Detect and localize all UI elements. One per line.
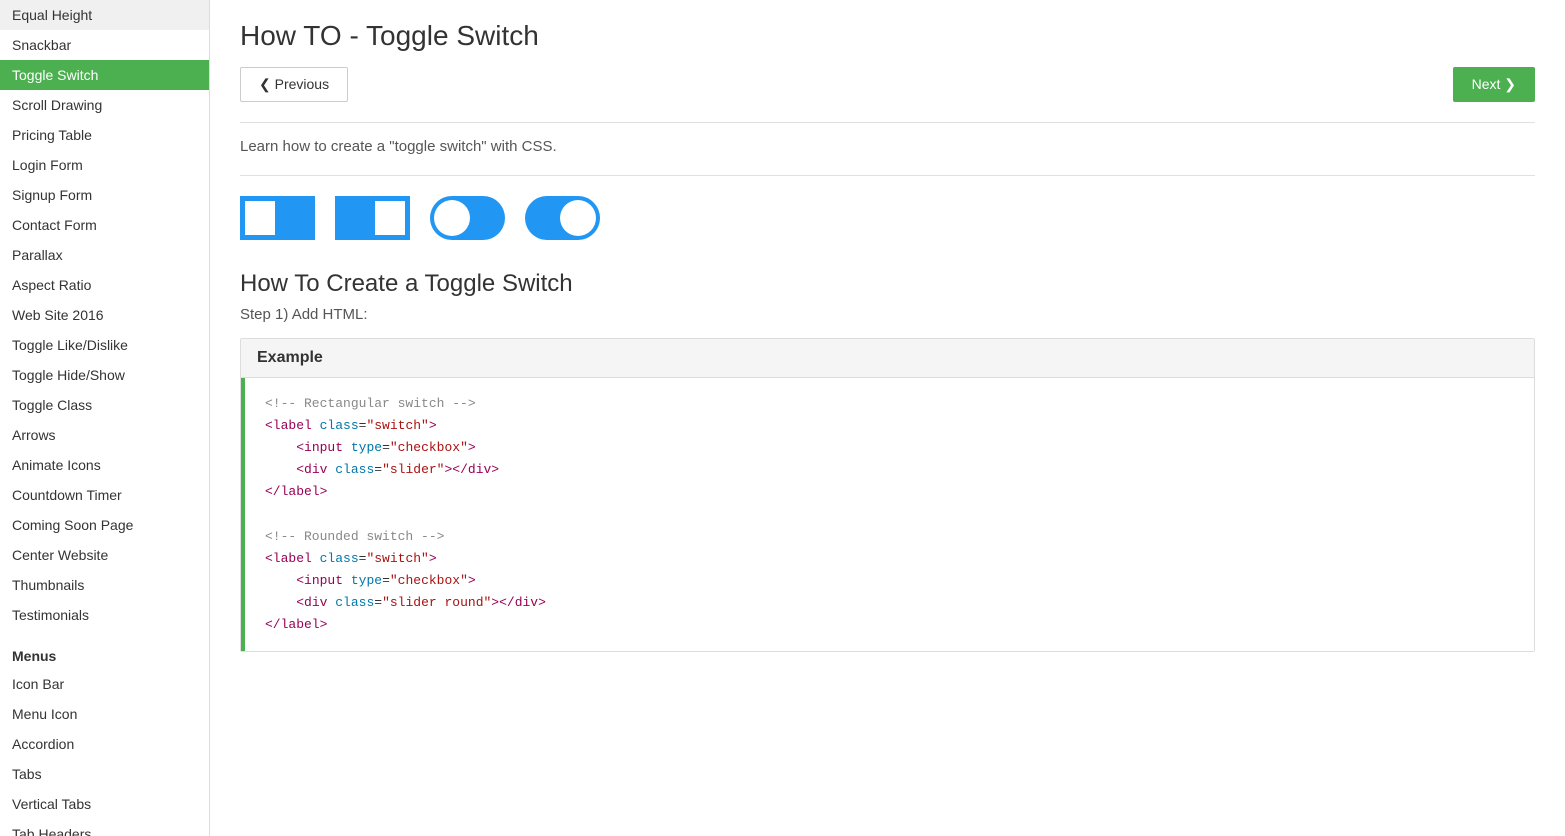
toggle-round-on[interactable] (525, 196, 600, 240)
main-content: How TO - Toggle Switch ❮ Previous Next ❯… (210, 0, 1565, 836)
code-line-8: <input type="checkbox"> (265, 570, 1514, 592)
code-line-7: <label class="switch"> (265, 548, 1514, 570)
sidebar-item-login-form[interactable]: Login Form (0, 150, 209, 180)
sidebar-item-toggle-like-dislike[interactable]: Toggle Like/Dislike (0, 330, 209, 360)
divider-1 (240, 122, 1535, 123)
sidebar-item-testimonials[interactable]: Testimonials (0, 600, 209, 630)
toggle-rect-on[interactable] (335, 196, 410, 240)
code-line-9: <div class="slider round"></div> (265, 592, 1514, 614)
sidebar-item-vertical-tabs[interactable]: Vertical Tabs (0, 789, 209, 819)
sidebar-item-pricing-table[interactable]: Pricing Table (0, 120, 209, 150)
example-code: <!-- Rectangular switch --> <label class… (241, 378, 1534, 651)
sidebar-item-animate-icons[interactable]: Animate Icons (0, 450, 209, 480)
sidebar-item-snackbar[interactable]: Snackbar (0, 30, 209, 60)
sidebar-item-countdown-timer[interactable]: Countdown Timer (0, 480, 209, 510)
sidebar-menu-items-list: Icon BarMenu IconAccordionTabsVertical T… (0, 669, 209, 836)
next-button[interactable]: Next ❯ (1453, 67, 1535, 102)
nav-buttons: ❮ Previous Next ❯ (240, 67, 1535, 102)
sidebar-item-parallax[interactable]: Parallax (0, 240, 209, 270)
toggle-rect-off[interactable] (240, 196, 315, 240)
step1-label: Step 1) Add HTML: (240, 306, 1535, 323)
sidebar-item-contact-form[interactable]: Contact Form (0, 210, 209, 240)
sidebar-item-signup-form[interactable]: Signup Form (0, 180, 209, 210)
sidebar-item-toggle-switch[interactable]: Toggle Switch (0, 60, 209, 90)
sidebar-item-scroll-drawing[interactable]: Scroll Drawing (0, 90, 209, 120)
sidebar-item-toggle-hide-show[interactable]: Toggle Hide/Show (0, 360, 209, 390)
sidebar-item-web-site-2016[interactable]: Web Site 2016 (0, 300, 209, 330)
sidebar-item-aspect-ratio[interactable]: Aspect Ratio (0, 270, 209, 300)
code-line-3: <input type="checkbox"> (265, 437, 1514, 459)
code-line-2: <label class="switch"> (265, 415, 1514, 437)
sidebar-item-menu-icon[interactable]: Menu Icon (0, 699, 209, 729)
prev-button[interactable]: ❮ Previous (240, 67, 348, 102)
description: Learn how to create a "toggle switch" wi… (240, 138, 1535, 155)
example-box: Example <!-- Rectangular switch --> <lab… (240, 338, 1535, 652)
example-header: Example (241, 339, 1534, 378)
sidebar-item-coming-soon-page[interactable]: Coming Soon Page (0, 510, 209, 540)
sidebar-item-toggle-class[interactable]: Toggle Class (0, 390, 209, 420)
menus-section-header: Menus (0, 638, 209, 669)
sidebar-item-center-website[interactable]: Center Website (0, 540, 209, 570)
code-line-6: <!-- Rounded switch --> (265, 526, 1514, 548)
sidebar-item-tabs[interactable]: Tabs (0, 759, 209, 789)
sidebar-item-equal-height[interactable]: Equal Height (0, 0, 209, 30)
sidebar-item-arrows[interactable]: Arrows (0, 420, 209, 450)
sidebar-item-thumbnails[interactable]: Thumbnails (0, 570, 209, 600)
sidebar-item-accordion[interactable]: Accordion (0, 729, 209, 759)
toggle-demo-area (240, 196, 1535, 240)
code-line-4: <div class="slider"></div> (265, 459, 1514, 481)
page-title: How TO - Toggle Switch (240, 20, 1535, 52)
code-line-blank (265, 503, 1514, 525)
sidebar: Equal HeightSnackbarToggle SwitchScroll … (0, 0, 210, 836)
toggle-round-off[interactable] (430, 196, 505, 240)
code-line-5: </label> (265, 481, 1514, 503)
code-line-10: </label> (265, 614, 1514, 636)
sidebar-item-tab-headers[interactable]: Tab Headers (0, 819, 209, 836)
sidebar-items-list: Equal HeightSnackbarToggle SwitchScroll … (0, 0, 209, 630)
divider-2 (240, 175, 1535, 176)
code-line-1: <!-- Rectangular switch --> (265, 393, 1514, 415)
sidebar-item-icon-bar[interactable]: Icon Bar (0, 669, 209, 699)
section-title: How To Create a Toggle Switch (240, 270, 1535, 298)
